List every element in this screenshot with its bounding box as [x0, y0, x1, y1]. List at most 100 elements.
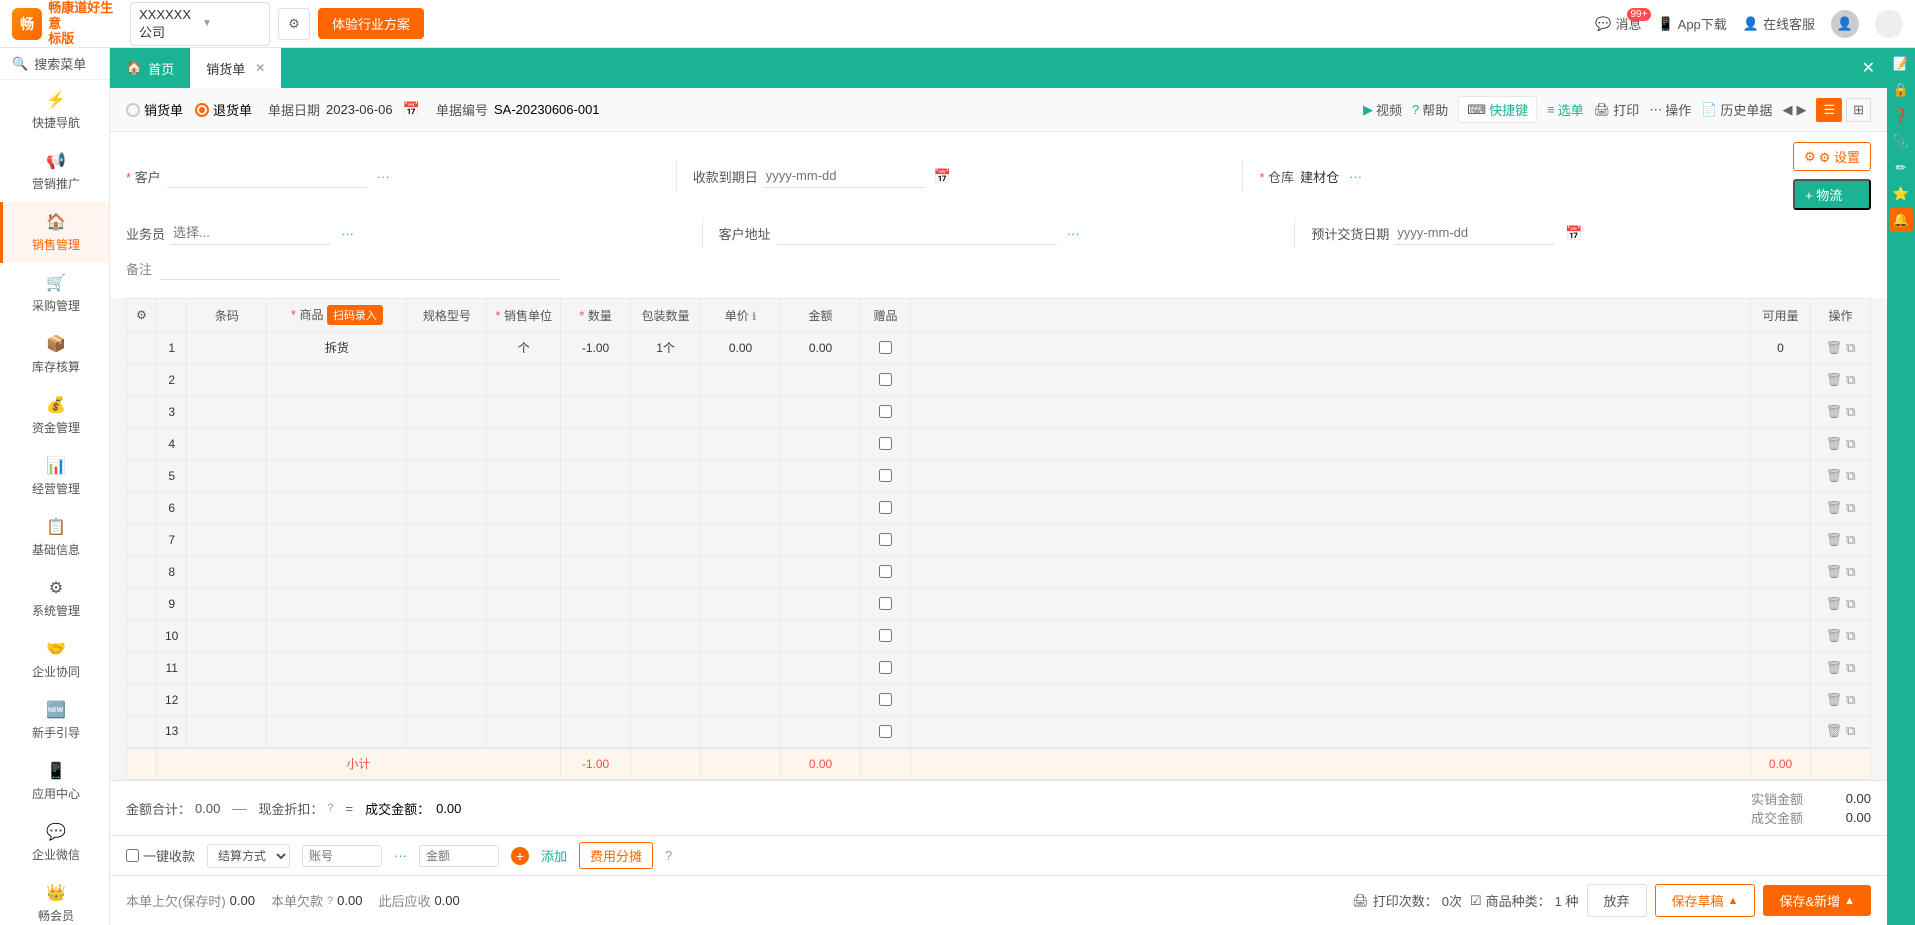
gift-checkbox-1[interactable] [879, 341, 892, 354]
tab-home[interactable]: 🏠 首页 [110, 48, 190, 88]
sidebar-item-app-center[interactable]: 📱 应用中心 [0, 751, 109, 812]
add-payment-button[interactable]: + [511, 847, 529, 865]
expense-split-button[interactable]: 费用分摊 [579, 842, 653, 869]
copy-row-icon[interactable]: ⧉ [1846, 660, 1855, 676]
cell-product[interactable] [267, 428, 407, 460]
discard-button[interactable]: 放弃 [1587, 884, 1647, 917]
delete-row-icon[interactable]: 🗑 [1826, 468, 1843, 484]
sidebar-item-finance[interactable]: 💰 资金管理 [0, 385, 109, 446]
due-date-input[interactable] [764, 164, 924, 188]
delete-row-icon[interactable]: 🗑 [1826, 723, 1843, 739]
company-selector[interactable]: XXXXXX公司 ▼ [130, 2, 270, 46]
cell-price-1[interactable]: 0.00 [701, 332, 781, 364]
trial-button[interactable]: 体验行业方案 [318, 8, 424, 39]
customer-more-icon[interactable]: ··· [377, 169, 390, 184]
copy-row-icon[interactable]: ⧉ [1846, 596, 1855, 612]
gift-checkbox[interactable] [879, 469, 892, 482]
tab-close-icon[interactable]: ✕ [255, 61, 265, 75]
sidebar-item-members[interactable]: 👑 畅会员 [0, 873, 109, 925]
cell-barcode[interactable] [187, 364, 267, 396]
salesperson-more-icon[interactable]: ··· [341, 226, 354, 241]
copy-row-icon[interactable]: ⧉ [1846, 723, 1855, 739]
right-panel-btn-2[interactable]: 🔒 [1889, 78, 1913, 102]
salesperson-input[interactable] [171, 221, 331, 245]
app-download-button[interactable]: 📱 App下载 [1657, 14, 1726, 33]
sidebar-item-wechat[interactable]: 💬 企业微信 [0, 812, 109, 873]
radio-sales-order[interactable]: 销货单 [126, 100, 183, 119]
sidebar-item-quick-nav[interactable]: ⚡ 快捷导航 [0, 80, 109, 141]
shortcut-button[interactable]: ⌨ 快捷键 [1458, 96, 1537, 123]
select-action[interactable]: ≡ 选单 [1547, 100, 1584, 119]
gift-checkbox[interactable] [879, 373, 892, 386]
address-input[interactable] [777, 221, 1057, 245]
cell-unit[interactable] [487, 364, 561, 396]
sidebar-item-operations[interactable]: 📊 经营管理 [0, 446, 109, 507]
gift-checkbox[interactable] [879, 565, 892, 578]
cell-product[interactable] [267, 396, 407, 428]
print-action[interactable]: 🖨 打印 [1594, 100, 1640, 119]
right-panel-btn-7[interactable]: 🔔 [1889, 208, 1913, 232]
one-click-checkbox[interactable] [126, 849, 139, 862]
settings-button[interactable]: ⚙ [278, 8, 310, 40]
delete-row-icon[interactable]: 🗑 [1826, 660, 1843, 676]
right-panel-btn-4[interactable]: 📎 [1889, 130, 1913, 154]
delete-row-icon[interactable]: 🗑 [1826, 532, 1843, 548]
account-input[interactable] [302, 845, 382, 867]
gift-checkbox[interactable] [879, 405, 892, 418]
delete-row-icon[interactable]: 🗑 [1826, 404, 1843, 420]
right-panel-btn-6[interactable]: ⭐ [1889, 182, 1913, 206]
copy-row-icon[interactable]: ⧉ [1846, 532, 1855, 548]
save-draft-button[interactable]: 保存草稿 ▲ [1655, 884, 1756, 917]
note-input[interactable] [160, 256, 560, 280]
form-settings-button[interactable]: ⚙ ⚙ 设置 [1793, 142, 1871, 171]
delete-row-icon[interactable]: 🗑 [1826, 596, 1843, 612]
copy-row-icon[interactable]: ⧉ [1846, 692, 1855, 708]
sidebar-item-inventory[interactable]: 📦 库存核算 [0, 324, 109, 385]
message-button[interactable]: 💬 消息 99+ [1595, 14, 1641, 33]
right-panel-btn-5[interactable]: ✏ [1889, 156, 1913, 180]
delivery-date-input[interactable] [1395, 221, 1555, 245]
sidebar-item-purchase[interactable]: 🛒 采购管理 [0, 263, 109, 324]
sidebar-item-guide[interactable]: 🆕 新手引导 [0, 690, 109, 751]
address-more-icon[interactable]: ··· [1067, 226, 1080, 241]
gift-checkbox[interactable] [879, 533, 892, 546]
arrears-info-icon[interactable]: ? [327, 895, 333, 907]
cell-price[interactable] [701, 364, 781, 396]
copy-row-icon[interactable]: ⧉ [1846, 436, 1855, 452]
sidebar-item-sales[interactable]: 🏠 销售管理 [0, 202, 109, 263]
cell-qty[interactable] [561, 364, 631, 396]
gift-checkbox[interactable] [879, 437, 892, 450]
search-menu[interactable]: 🔍 搜索菜单 [0, 48, 109, 80]
sidebar-item-system[interactable]: ⚙ 系统管理 [0, 568, 109, 629]
gift-checkbox[interactable] [879, 597, 892, 610]
payment-dots-icon[interactable]: ··· [394, 848, 407, 863]
cash-discount-info-icon[interactable]: ? [327, 802, 333, 814]
due-date-calendar-icon[interactable]: 📅 [934, 168, 951, 185]
next-arrow-icon[interactable]: ▶ [1796, 102, 1806, 118]
copy-row-icon[interactable]: ⧉ [1846, 468, 1855, 484]
col-header-settings[interactable]: ⚙ [127, 299, 157, 332]
flow-button[interactable]: + 物流 [1793, 179, 1871, 210]
sidebar-item-marketing[interactable]: 📢 营销推广 [0, 141, 109, 202]
delete-row-icon[interactable]: 🗑 [1826, 500, 1843, 516]
price-info-icon[interactable]: ℹ [752, 311, 756, 323]
radio-return-order[interactable]: 退货单 [195, 100, 252, 119]
delivery-date-calendar-icon[interactable]: 📅 [1565, 225, 1582, 242]
cell-barcode-1[interactable] [187, 332, 267, 364]
delete-row-icon[interactable]: 🗑 [1826, 564, 1843, 580]
cell-product[interactable] [267, 364, 407, 396]
window-close-icon[interactable]: ✕ [1862, 60, 1875, 77]
cell-spec[interactable] [407, 364, 487, 396]
sidebar-item-enterprise[interactable]: 🤝 企业协同 [0, 629, 109, 690]
cell-qty-1[interactable]: -1.00 [561, 332, 631, 364]
right-panel-btn-3[interactable]: ❓ [1889, 104, 1913, 128]
video-action[interactable]: ▶ 视频 [1363, 100, 1402, 119]
calendar-icon[interactable]: 📅 [403, 101, 420, 118]
avatar[interactable]: 👤 [1831, 10, 1859, 38]
help-action[interactable]: ? 帮助 [1412, 100, 1448, 119]
delete-row-icon[interactable]: 🗑 [1826, 692, 1843, 708]
online-service-button[interactable]: 👤 在线客服 [1743, 14, 1815, 33]
gift-checkbox[interactable] [879, 725, 892, 738]
view-list-button[interactable]: ☰ [1816, 98, 1842, 122]
view-grid-button[interactable]: ⊞ [1846, 98, 1871, 122]
